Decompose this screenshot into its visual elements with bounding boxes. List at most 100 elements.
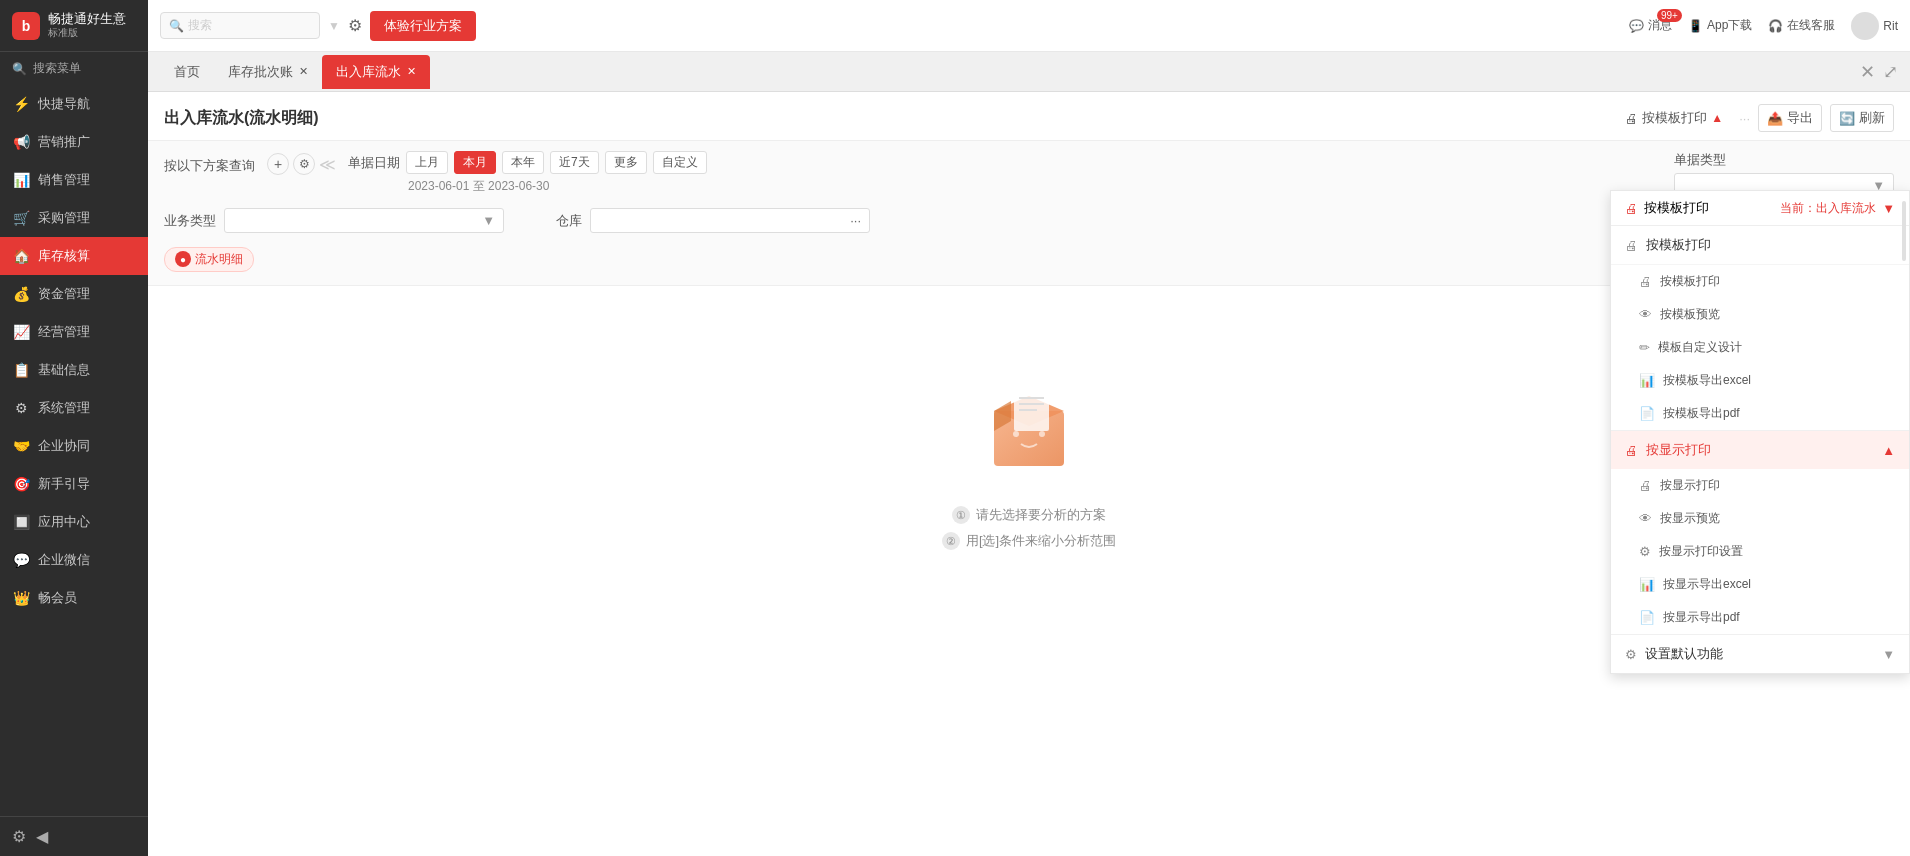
- tabbar: 首页 库存批次账 ✕ 出入库流水 ✕ ✕ ⤢: [148, 52, 1910, 92]
- date-label: 单据日期: [348, 154, 400, 172]
- tab-home[interactable]: 首页: [160, 55, 214, 89]
- dropdown-display-pdf-item[interactable]: 📄 按显示导出pdf: [1611, 601, 1909, 634]
- system-icon: ⚙: [12, 400, 30, 416]
- sidebar-item-operation[interactable]: 📈 经营管理: [0, 313, 148, 351]
- refresh-button[interactable]: 🔄 刷新: [1830, 104, 1894, 132]
- dropdown-template-pdf-item[interactable]: 📄 按模板导出pdf: [1611, 397, 1909, 430]
- in-out-flow-tab-close-icon[interactable]: ✕: [407, 65, 416, 78]
- template-print-header[interactable]: 🖨 按模板打印: [1611, 226, 1909, 265]
- export-label: 导出: [1787, 109, 1813, 127]
- topbar-gear-icon[interactable]: ⚙: [348, 16, 362, 35]
- dropdown-scrollbar[interactable]: [1902, 201, 1906, 261]
- active-filter-tag[interactable]: ● 流水明细: [164, 247, 254, 272]
- warehouse-select[interactable]: ···: [590, 208, 870, 233]
- topbar-app-download-btn[interactable]: 📱 App下载: [1688, 17, 1752, 34]
- print-dropdown-button[interactable]: 🖨 按模板打印 ▲: [1617, 105, 1731, 131]
- display-preview-item-icon: 👁: [1639, 511, 1652, 526]
- quick-nav-icon: ⚡: [12, 96, 30, 112]
- filter-scheme-label: 按以下方案查询: [164, 151, 255, 175]
- step-1-num: ①: [952, 506, 970, 524]
- collapse-sidebar-icon[interactable]: ◀: [36, 827, 48, 846]
- display-print-item-icon: 🖨: [1639, 478, 1652, 493]
- tab-in-out-flow[interactable]: 出入库流水 ✕: [322, 55, 430, 89]
- display-print-section-icon: 🖨: [1625, 443, 1638, 458]
- date-btn-7days[interactable]: 近7天: [550, 151, 599, 174]
- dropdown-template-print-item[interactable]: 🖨 按模板打印: [1611, 265, 1909, 298]
- topbar: 🔍 搜索 ▼ ⚙ 体验行业方案 💬 消息 99+ 📱 App下载 🎧 在线客服 …: [148, 0, 1910, 52]
- service-icon: 🎧: [1768, 19, 1783, 33]
- dropdown-template-custom-item[interactable]: ✏ 模板自定义设计: [1611, 331, 1909, 364]
- date-btn-last-month[interactable]: 上月: [406, 151, 448, 174]
- sidebar-item-wechat[interactable]: 💬 企业微信: [0, 541, 148, 579]
- window-maximize-icon[interactable]: ⤢: [1883, 61, 1898, 83]
- date-btn-this-month[interactable]: 本月: [454, 151, 496, 174]
- page-title: 出入库流水(流水明细): [164, 108, 319, 129]
- template-print-section-label: 按模板打印: [1646, 236, 1711, 254]
- service-label: 在线客服: [1787, 17, 1835, 34]
- sidebar-search[interactable]: 🔍 搜索菜单: [0, 52, 148, 85]
- sidebar-item-guide[interactable]: 🎯 新手引导: [0, 465, 148, 503]
- sidebar-item-inventory[interactable]: 🏠 库存核算: [0, 237, 148, 275]
- operation-icon: 📈: [12, 324, 30, 340]
- sidebar-item-marketing[interactable]: 📢 营销推广: [0, 123, 148, 161]
- dropdown-template-preview-item[interactable]: 👁 按模板预览: [1611, 298, 1909, 331]
- business-type-group: 业务类型 ▼: [164, 208, 504, 233]
- template-print-item-label: 按模板打印: [1660, 273, 1720, 290]
- dropdown-display-excel-item[interactable]: 📊 按显示导出excel: [1611, 568, 1909, 601]
- settings-bottom-icon[interactable]: ⚙: [12, 827, 26, 846]
- date-btn-more[interactable]: 更多: [605, 151, 647, 174]
- user-avatar: [1851, 12, 1879, 40]
- dropdown-header: 🖨 按模板打印 当前：出入库流水 ▼: [1611, 191, 1909, 226]
- topbar-user-area[interactable]: Rit: [1851, 12, 1898, 40]
- filter-controls: + ⚙ ≪: [267, 153, 336, 175]
- sidebar-item-purchase[interactable]: 🛒 采购管理: [0, 199, 148, 237]
- topbar-search-icon: 🔍: [169, 19, 184, 33]
- template-print-section-icon: 🖨: [1625, 238, 1638, 253]
- trial-button[interactable]: 体验行业方案: [370, 11, 476, 41]
- topbar-service-btn[interactable]: 🎧 在线客服: [1768, 17, 1835, 34]
- dropdown-display-preview-item[interactable]: 👁 按显示预览: [1611, 502, 1909, 535]
- display-preview-item-label: 按显示预览: [1660, 510, 1720, 527]
- display-excel-item-label: 按显示导出excel: [1663, 576, 1751, 593]
- app-download-icon: 📱: [1688, 19, 1703, 33]
- date-btn-this-year[interactable]: 本年: [502, 151, 544, 174]
- dropdown-template-excel-item[interactable]: 📊 按模板导出excel: [1611, 364, 1909, 397]
- dropdown-display-print-item[interactable]: 🖨 按显示打印: [1611, 469, 1909, 502]
- topbar-message-btn[interactable]: 💬 消息 99+: [1629, 17, 1672, 34]
- date-btn-custom[interactable]: 自定义: [653, 151, 707, 174]
- template-excel-item-icon: 📊: [1639, 373, 1655, 388]
- topbar-search-box[interactable]: 🔍 搜索: [160, 12, 320, 39]
- sidebar-item-basic[interactable]: 📋 基础信息: [0, 351, 148, 389]
- display-print-settings-item-icon: ⚙: [1639, 544, 1651, 559]
- filter-collapse-left-icon[interactable]: ≪: [319, 155, 336, 174]
- add-filter-button[interactable]: +: [267, 153, 289, 175]
- window-close-icon[interactable]: ✕: [1860, 61, 1875, 83]
- batch-account-tab-close-icon[interactable]: ✕: [299, 65, 308, 78]
- print-dropdown-panel: 🖨 按模板打印 当前：出入库流水 ▼ 🖨 按模板打印 🖨: [1610, 190, 1910, 674]
- date-range-display: 2023-06-01 至 2023-06-30: [348, 178, 1662, 195]
- print-icon: 🖨: [1625, 111, 1638, 126]
- step-2-num: ②: [942, 532, 960, 550]
- step-1-text: 请先选择要分析的方案: [976, 506, 1106, 524]
- sidebar-item-sales[interactable]: 📊 销售管理: [0, 161, 148, 199]
- sidebar-item-finance[interactable]: 💰 资金管理: [0, 275, 148, 313]
- default-settings-arrow-icon: ▼: [1882, 647, 1895, 662]
- tab-batch-account[interactable]: 库存批次账 ✕: [214, 55, 322, 89]
- sidebar-item-system[interactable]: ⚙ 系统管理: [0, 389, 148, 427]
- export-button[interactable]: 📤 导出: [1758, 104, 1822, 132]
- sidebar-logo: b 畅捷通好生意 标准版: [0, 0, 148, 52]
- default-settings-label: 设置默认功能: [1645, 645, 1723, 663]
- active-filter-tag-icon: ●: [175, 251, 191, 267]
- business-type-select[interactable]: ▼: [224, 208, 504, 233]
- sidebar-item-collab[interactable]: 🤝 企业协同: [0, 427, 148, 465]
- page-header: 出入库流水(流水明细) 🖨 按模板打印 ▲ ··· 📤 导出 🔄 刷新: [148, 92, 1910, 141]
- sidebar-item-quick-nav[interactable]: ⚡ 快捷导航: [0, 85, 148, 123]
- default-settings-item[interactable]: ⚙ 设置默认功能 ▼: [1611, 635, 1909, 673]
- sidebar-item-app-center[interactable]: 🔲 应用中心: [0, 503, 148, 541]
- search-icon: 🔍: [12, 62, 27, 76]
- filter-settings-button[interactable]: ⚙: [293, 153, 315, 175]
- voucher-type-label: 单据类型: [1674, 151, 1894, 169]
- dropdown-display-print-settings-item[interactable]: ⚙ 按显示打印设置: [1611, 535, 1909, 568]
- display-print-section-header[interactable]: 🖨 按显示打印 ▲: [1611, 431, 1909, 469]
- sidebar-item-member[interactable]: 👑 畅会员: [0, 579, 148, 617]
